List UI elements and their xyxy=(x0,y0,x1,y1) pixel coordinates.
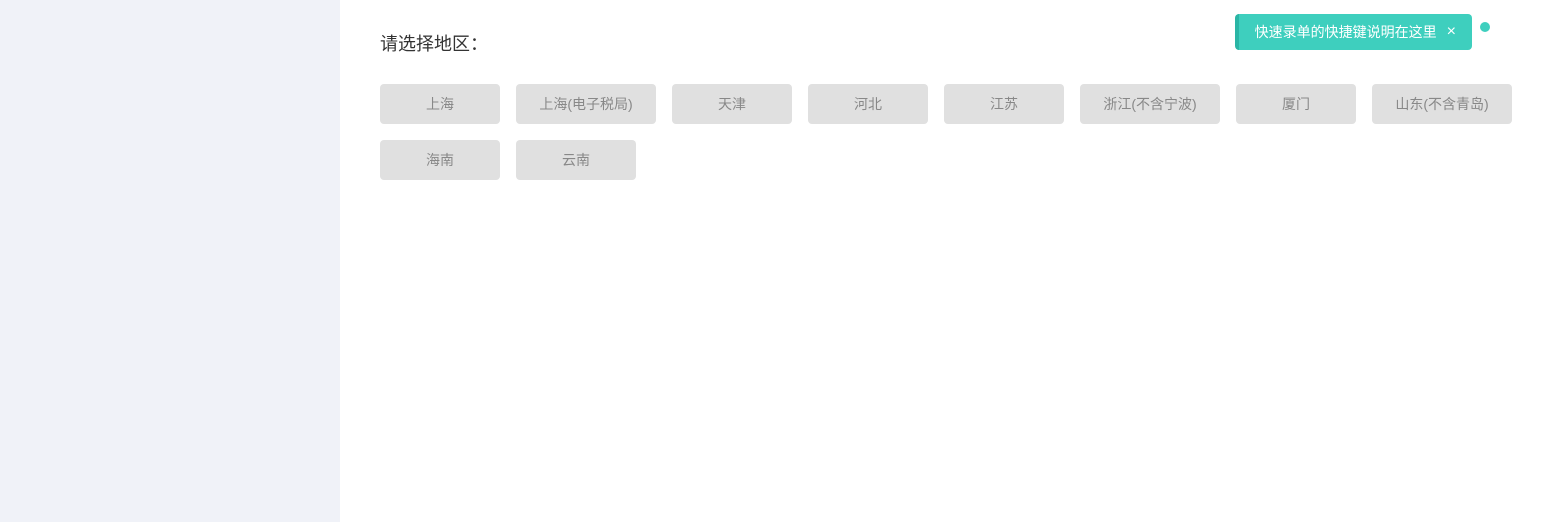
tooltip-text: 快速录单的快捷键说明在这里 xyxy=(1255,22,1437,42)
region-button-hainan[interactable]: 海南 xyxy=(380,140,500,180)
tooltip-close-button[interactable]: × xyxy=(1447,24,1456,40)
tooltip-banner: 快速录单的快捷键说明在这里 × xyxy=(1235,14,1472,50)
region-button-tianjin[interactable]: 天津 xyxy=(672,84,792,124)
region-buttons: 上海上海(电子税局) 天津河北江苏浙江(不含宁波) 厦门山东(不含青岛) 海南云南 xyxy=(380,84,1522,180)
region-button-hebei[interactable]: 河北 xyxy=(808,84,928,124)
region-button-shandong[interactable]: 山东(不含青岛) xyxy=(1372,84,1512,124)
left-sidebar xyxy=(0,0,340,522)
region-button-shanghai[interactable]: 上海 xyxy=(380,84,500,124)
region-button-yunnan[interactable]: 云南 xyxy=(516,140,636,180)
region-button-zhejiang[interactable]: 浙江(不含宁波) xyxy=(1080,84,1220,124)
main-content: 请选择地区： 上海上海(电子税局)天津河北江苏浙江(不含宁波)厦门山东(不含青岛… xyxy=(340,0,1562,522)
region-button-jiangsu[interactable]: 江苏 xyxy=(944,84,1064,124)
region-button-shanghai-etax[interactable]: 上海(电子税局) xyxy=(516,84,656,124)
tooltip-dot xyxy=(1480,22,1490,32)
region-button-xiamen[interactable]: 厦门 xyxy=(1236,84,1356,124)
